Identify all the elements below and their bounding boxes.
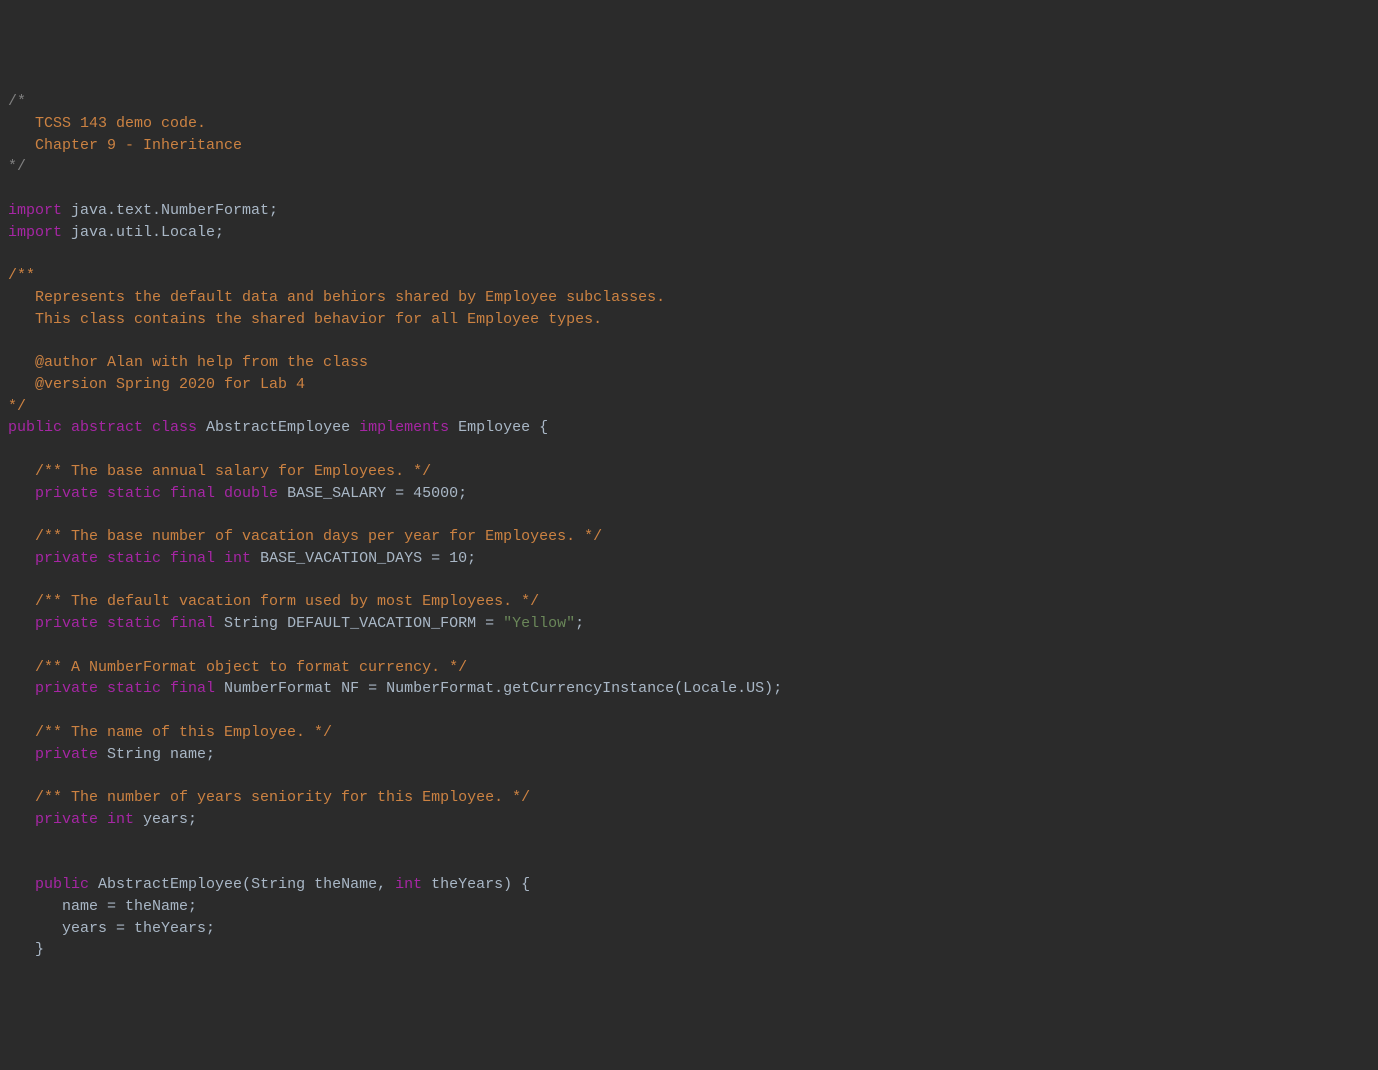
keyword-final: final	[161, 615, 215, 632]
keyword-private: private	[8, 746, 98, 763]
javadoc-line: This class contains the shared behavior …	[8, 311, 602, 328]
operator-eq: =	[422, 550, 449, 567]
keyword-public: public	[8, 876, 89, 893]
field-name: years	[134, 811, 188, 828]
operator-eq: =	[476, 615, 503, 632]
expr: NumberFormat.getCurrencyInstance(Locale.…	[386, 680, 773, 697]
keyword-public: public	[8, 419, 62, 436]
param-name: theName	[305, 876, 377, 893]
type-string: String	[215, 615, 278, 632]
keyword-static: static	[98, 680, 161, 697]
keyword-private: private	[8, 485, 98, 502]
keyword-implements: implements	[350, 419, 449, 436]
javadoc-close: */	[8, 398, 26, 415]
keyword-static: static	[98, 615, 161, 632]
keyword-static: static	[98, 485, 161, 502]
semicolon: ;	[575, 615, 584, 632]
keyword-import: import	[8, 224, 62, 241]
keyword-import: import	[8, 202, 62, 219]
javadoc-author-text: Alan with help from the class	[98, 354, 368, 371]
javadoc-field: /** The default vacation form used by mo…	[8, 593, 539, 610]
comment-line: Chapter 9 - Inheritance	[8, 137, 242, 154]
semicolon: ;	[773, 680, 782, 697]
keyword-private: private	[8, 615, 98, 632]
type-string: String	[251, 876, 305, 893]
semicolon: ;	[188, 811, 197, 828]
keyword-int: int	[98, 811, 134, 828]
javadoc-line: Represents the default data and behiors …	[8, 289, 665, 306]
brace-close: }	[8, 941, 44, 958]
brace-open: {	[539, 419, 548, 436]
javadoc-tag-version: @version	[8, 376, 107, 393]
javadoc-field: /** A NumberFormat object to format curr…	[8, 659, 467, 676]
keyword-class: class	[143, 419, 197, 436]
type-string: String	[98, 746, 161, 763]
semicolon: ;	[458, 485, 467, 502]
paren-close: )	[503, 876, 521, 893]
keyword-private: private	[8, 680, 98, 697]
const-name: BASE_SALARY	[278, 485, 386, 502]
import-path: java.text.NumberFormat;	[62, 202, 278, 219]
param-name: theYears	[422, 876, 503, 893]
interface-name: Employee	[449, 419, 539, 436]
semicolon: ;	[206, 746, 215, 763]
stmt: years = theYears;	[8, 920, 215, 937]
keyword-double: double	[215, 485, 278, 502]
keyword-private: private	[8, 550, 98, 567]
keyword-final: final	[161, 550, 215, 567]
keyword-private: private	[8, 811, 98, 828]
semicolon: ;	[467, 550, 476, 567]
code-editor[interactable]: /* TCSS 143 demo code. Chapter 9 - Inher…	[8, 91, 1370, 961]
brace-open: {	[521, 876, 530, 893]
block-comment-close: */	[8, 158, 26, 175]
javadoc-open: /**	[8, 267, 35, 284]
operator-eq: =	[359, 680, 386, 697]
number-literal: 10	[449, 550, 467, 567]
keyword-final: final	[161, 680, 215, 697]
keyword-final: final	[161, 485, 215, 502]
comma: ,	[377, 876, 395, 893]
keyword-static: static	[98, 550, 161, 567]
javadoc-field: /** The name of this Employee. */	[8, 724, 332, 741]
constructor-name: AbstractEmployee	[89, 876, 242, 893]
const-name: NF	[332, 680, 359, 697]
javadoc-tag-author: @author	[8, 354, 98, 371]
type-numberformat: NumberFormat	[215, 680, 332, 697]
javadoc-field: /** The number of years seniority for th…	[8, 789, 530, 806]
import-path: java.util.Locale;	[62, 224, 224, 241]
javadoc-field: /** The base number of vacation days per…	[8, 528, 602, 545]
stmt: name = theName;	[8, 898, 197, 915]
const-name: BASE_VACATION_DAYS	[251, 550, 422, 567]
paren-open: (	[242, 876, 251, 893]
class-name: AbstractEmployee	[197, 419, 350, 436]
keyword-abstract: abstract	[62, 419, 143, 436]
comment-line: TCSS 143 demo code.	[8, 115, 206, 132]
keyword-int: int	[395, 876, 422, 893]
block-comment-open: /*	[8, 93, 26, 110]
number-literal: 45000	[413, 485, 458, 502]
operator-eq: =	[386, 485, 413, 502]
string-literal: "Yellow"	[503, 615, 575, 632]
javadoc-version-text: Spring 2020 for Lab 4	[107, 376, 305, 393]
const-name: DEFAULT_VACATION_FORM	[278, 615, 476, 632]
javadoc-field: /** The base annual salary for Employees…	[8, 463, 431, 480]
keyword-int: int	[215, 550, 251, 567]
field-name: name	[161, 746, 206, 763]
